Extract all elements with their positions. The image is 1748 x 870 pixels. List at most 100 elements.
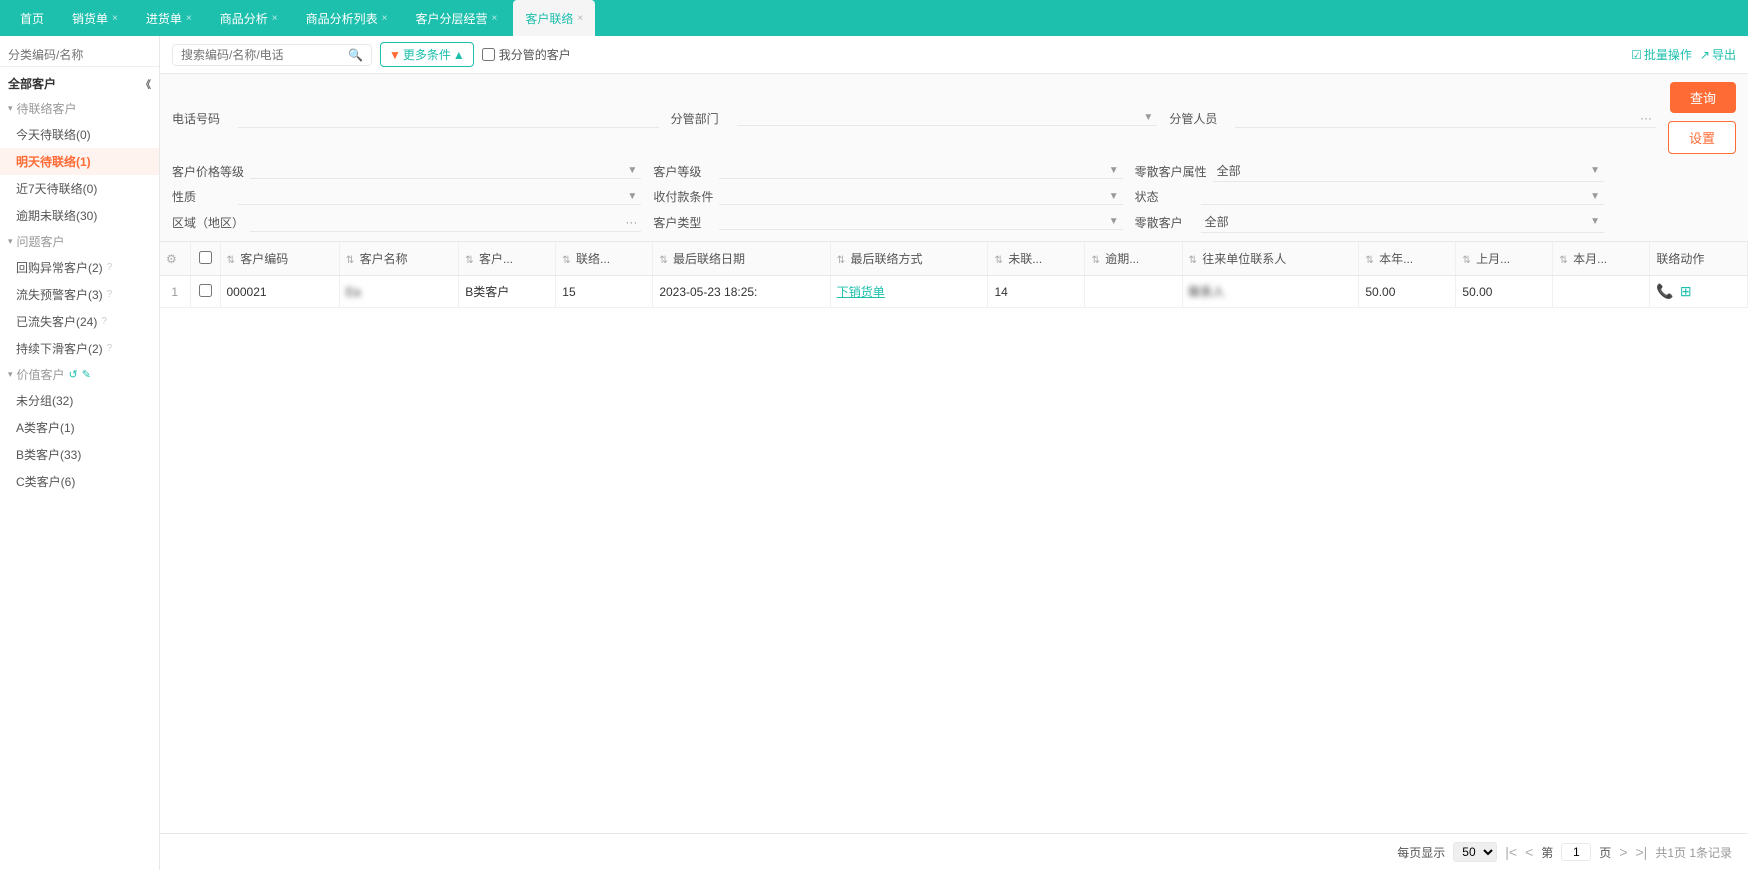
my-customers-label: 我分管的客户 — [499, 46, 571, 63]
close-customer-contact[interactable]: × — [577, 13, 583, 24]
row-not-contact: 14 — [988, 276, 1085, 308]
th-not-contact[interactable]: ⇅ 未联... — [988, 242, 1085, 276]
main-layout: 🔍 全部客户 《 待联络客户 今天待联络(0) 明天待联络(1) 近7天待联络(… — [0, 36, 1748, 870]
sidebar-item-declining[interactable]: 持续下滑客户(2) ? — [0, 335, 159, 362]
th-contact-count[interactable]: ⇅ 联络... — [556, 242, 653, 276]
table-row: 1 000021 Ea B类客户 15 2023-05-23 18:25: 下销… — [160, 276, 1748, 308]
area-dots-icon[interactable]: ··· — [625, 215, 637, 229]
sidebar-item-churned[interactable]: 已流失客户(24) ? — [0, 308, 159, 335]
first-page-btn[interactable]: |< — [1505, 844, 1517, 860]
nav-home[interactable]: 首页 — [8, 0, 56, 36]
row-this-year: 50.00 — [1359, 276, 1456, 308]
grid-action-icon[interactable]: ⊞ — [1680, 283, 1692, 300]
th-this-year[interactable]: ⇅ 本年... — [1359, 242, 1456, 276]
price-level-field: 客户价格等级 ▼ — [172, 163, 641, 180]
phone-action-icon[interactable]: 📞 — [1656, 283, 1673, 300]
value-group-label[interactable]: 价值客户 ↺ ✎ — [0, 362, 159, 387]
phone-input[interactable] — [238, 109, 659, 128]
close-product-analysis-list[interactable]: × — [382, 13, 388, 24]
export-icon: ↗ — [1700, 48, 1710, 62]
nav-sales-order[interactable]: 销货单 × — [60, 0, 130, 36]
select-all-checkbox[interactable] — [199, 251, 212, 264]
close-purchase-order[interactable]: × — [186, 13, 192, 24]
sidebar-item-churn-warning[interactable]: 流失预警客户(3) ? — [0, 281, 159, 308]
col-sort-icon-contacts: ⇅ — [1189, 255, 1197, 266]
row-name-blurred: Ea — [346, 285, 361, 299]
retail-attr-arrow-icon: ▼ — [1590, 165, 1600, 176]
sidebar-item-repurchase-abnormal[interactable]: 回购异常客户(2) ? — [0, 254, 159, 281]
area-field: 区域（地区） ··· — [172, 213, 641, 232]
sidebar-item-tomorrow-pending[interactable]: 明天待联络(1) — [0, 148, 159, 175]
retail-customer-select[interactable]: 全部 ▼ — [1201, 211, 1604, 233]
search-input[interactable] — [181, 48, 344, 62]
sidebar-item-c-class[interactable]: C类客户(6) — [0, 468, 159, 495]
col-sort-icon-thisyear: ⇅ — [1365, 255, 1373, 266]
payment-select[interactable]: ▼ — [719, 189, 1122, 205]
sidebar-item-week-pending[interactable]: 近7天待联络(0) — [0, 175, 159, 202]
th-this-month[interactable]: ⇅ 本月... — [1553, 242, 1650, 276]
pending-group-label[interactable]: 待联络客户 — [0, 96, 159, 121]
batch-ops-btn[interactable]: ☑ 批量操作 — [1631, 46, 1692, 63]
sidebar-item-a-class[interactable]: A类客户(1) — [0, 414, 159, 441]
row-name: Ea — [339, 276, 458, 308]
nav-product-analysis-list[interactable]: 商品分析列表 × — [294, 0, 400, 36]
nav-product-analysis[interactable]: 商品分析 × — [208, 0, 290, 36]
th-settings: ⚙ — [160, 242, 190, 276]
th-name[interactable]: ⇅ 客户名称 — [339, 242, 458, 276]
th-last-date[interactable]: ⇅ 最后联络日期 — [653, 242, 830, 276]
sidebar-item-today-pending[interactable]: 今天待联络(0) — [0, 121, 159, 148]
th-type[interactable]: ⇅ 客户... — [459, 242, 556, 276]
last-page-btn[interactable]: >| — [1636, 844, 1648, 860]
sidebar-search-area: 🔍 — [0, 44, 159, 67]
close-customer-tier[interactable]: × — [491, 13, 497, 24]
sidebar: 🔍 全部客户 《 待联络客户 今天待联络(0) 明天待联络(1) 近7天待联络(… — [0, 36, 160, 870]
total-label: 共1页 1条记录 — [1655, 844, 1732, 861]
filter-actions: 查询 设置 — [1668, 82, 1736, 154]
export-btn[interactable]: ↗ 导出 — [1700, 46, 1736, 63]
retail-attr-select[interactable]: 全部 ▼ — [1213, 160, 1604, 182]
settings-gear-icon[interactable]: ⚙ — [166, 252, 177, 266]
sidebar-search-input[interactable] — [8, 48, 160, 62]
customer-type-select[interactable]: ▼ — [719, 214, 1122, 230]
pagination: 每页显示 50 |< < 第 页 > >| 共1页 1条记录 — [160, 833, 1748, 870]
nature-select[interactable]: ▼ — [238, 189, 641, 205]
th-code[interactable]: ⇅ 客户编码 — [220, 242, 339, 276]
th-overdue[interactable]: ⇅ 逾期... — [1085, 242, 1182, 276]
sidebar-item-overdue-pending[interactable]: 逾期未联络(30) — [0, 202, 159, 229]
row-checkbox[interactable] — [199, 284, 212, 297]
more-conditions-btn[interactable]: ▼ 更多条件 ▲ — [380, 42, 474, 67]
th-contacts[interactable]: ⇅ 往来单位联系人 — [1182, 242, 1359, 276]
problem-group-label[interactable]: 问题客户 — [0, 229, 159, 254]
page-unit-label: 页 — [1599, 844, 1611, 861]
row-overdue — [1085, 276, 1182, 308]
close-sales-order[interactable]: × — [112, 13, 118, 24]
my-customers-checkbox[interactable] — [482, 48, 495, 61]
nav-customer-tier[interactable]: 客户分层经营 × — [403, 0, 509, 36]
person-dots-icon[interactable]: ··· — [1640, 111, 1652, 125]
close-product-analysis[interactable]: × — [272, 13, 278, 24]
area-select[interactable]: ··· — [250, 213, 641, 232]
help-icon-declining: ? — [107, 343, 113, 354]
nav-customer-contact[interactable]: 客户联络 × — [513, 0, 595, 36]
page-input[interactable] — [1561, 843, 1591, 861]
prev-page-btn[interactable]: < — [1525, 844, 1533, 860]
th-last-month[interactable]: ⇅ 上月... — [1456, 242, 1553, 276]
sidebar-item-b-class[interactable]: B类客户(33) — [0, 441, 159, 468]
next-page-btn[interactable]: > — [1619, 844, 1627, 860]
all-customers-title[interactable]: 全部客户 《 — [0, 71, 159, 96]
per-page-select[interactable]: 50 — [1453, 842, 1497, 862]
row-last-method[interactable]: 下销货单 — [830, 276, 988, 308]
retail-customer-field: 零散客户 全部 ▼ — [1135, 211, 1604, 233]
status-select[interactable]: ▼ — [1201, 189, 1604, 205]
sidebar-item-ungrouped[interactable]: 未分组(32) — [0, 387, 159, 414]
price-level-select[interactable]: ▼ — [250, 163, 641, 179]
search-icon[interactable]: 🔍 — [348, 48, 363, 62]
query-button[interactable]: 查询 — [1670, 82, 1736, 113]
status-arrow-icon: ▼ — [1590, 191, 1600, 202]
customer-level-select[interactable]: ▼ — [719, 163, 1122, 179]
set-button[interactable]: 设置 — [1668, 121, 1736, 154]
th-last-method[interactable]: ⇅ 最后联络方式 — [830, 242, 988, 276]
dept-select[interactable]: ▼ — [737, 110, 1158, 126]
nav-purchase-order[interactable]: 进货单 × — [134, 0, 204, 36]
person-select[interactable]: ··· — [1235, 109, 1656, 128]
